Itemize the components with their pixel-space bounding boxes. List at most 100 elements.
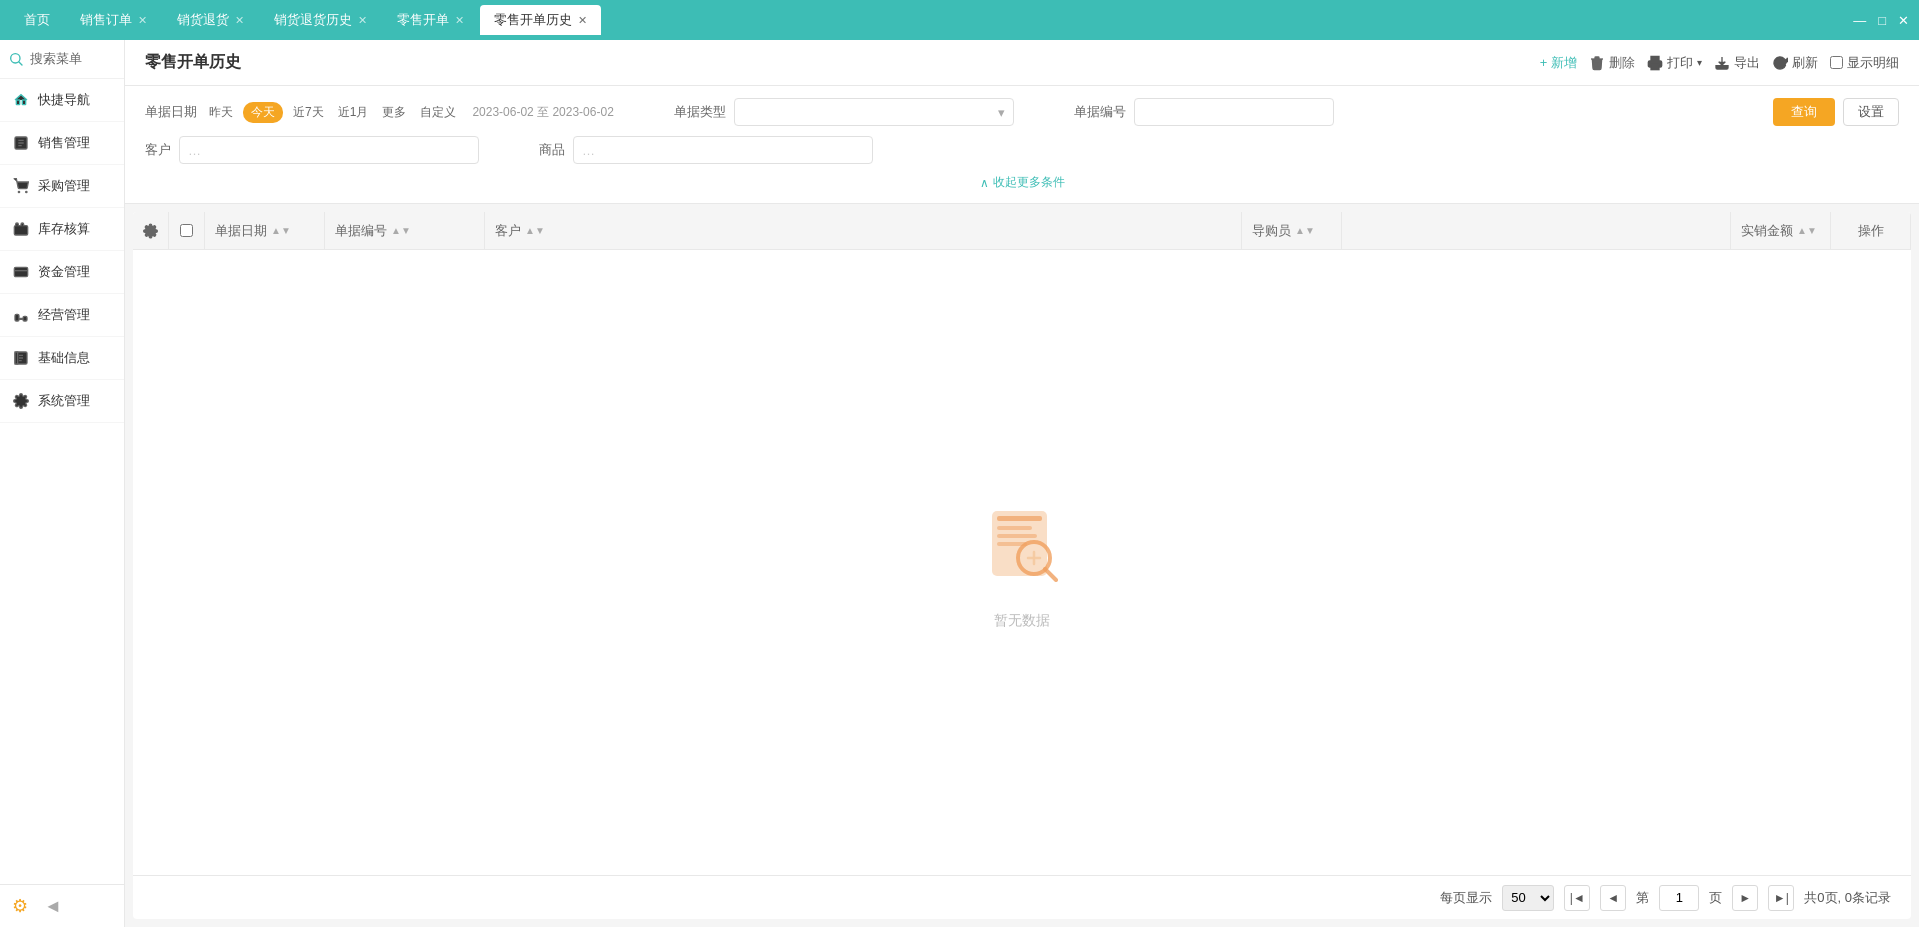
tab-label: 零售开单 [397,11,449,29]
sidebar-item-finance[interactable]: 资金管理 [0,251,124,294]
prev-page-btn[interactable]: ◄ [1600,885,1626,911]
first-page-btn[interactable]: |◄ [1564,885,1590,911]
svg-line-21 [1045,569,1056,580]
date-today[interactable]: 今天 [243,102,283,123]
tab-bar: 首页 销售订单 ✕ 销货退货 ✕ 销货退货历史 ✕ 零售开单 ✕ 零售开单历史 … [10,5,1853,35]
delete-label: 删除 [1609,54,1635,72]
sidebar-item-label: 销售管理 [38,134,90,152]
sort-icon: ▲▼ [271,226,291,236]
date-range-display: 2023-06-02 至 2023-06-02 [472,104,613,121]
sidebar-item-management[interactable]: 经营管理 [0,294,124,337]
setting-button[interactable]: 设置 [1843,98,1899,126]
close-icon[interactable]: ✕ [235,14,244,27]
svg-rect-8 [14,267,27,276]
tab-sales-order[interactable]: 销售订单 ✕ [66,5,161,35]
query-button[interactable]: 查询 [1773,98,1835,126]
last-page-btn[interactable]: ►| [1768,885,1794,911]
bill-no-input[interactable] [1134,98,1334,126]
close-icon[interactable]: ✕ [358,14,367,27]
info-icon [12,349,30,367]
collapse-icon[interactable]: ◄ [44,896,62,917]
date-yesterday[interactable]: 昨天 [205,102,237,123]
select-all-checkbox[interactable] [180,224,193,237]
customer-label: 客户 [145,141,171,159]
close-icon[interactable]: ✕ [138,14,147,27]
refresh-label: 刷新 [1792,54,1818,72]
date-7days[interactable]: 近7天 [289,102,328,123]
sidebar-item-label: 快捷导航 [38,91,90,109]
goods-input[interactable]: … [573,136,873,164]
bill-type-select[interactable]: ▾ [734,98,1014,126]
svg-point-5 [18,191,19,192]
th-customer-label: 客户 [495,222,521,240]
add-button[interactable]: + 新增 [1540,54,1577,72]
system-icon [12,392,30,410]
close-btn[interactable]: ✕ [1898,13,1909,28]
chevron-up-icon: ∧ [980,176,989,190]
date-1month[interactable]: 近1月 [334,102,373,123]
th-date[interactable]: 单据日期 ▲▼ [205,212,325,249]
customer-placeholder: … [188,143,201,158]
per-page-select[interactable]: 50 100 [1502,885,1554,911]
tab-home[interactable]: 首页 [10,5,64,35]
close-icon[interactable]: ✕ [455,14,464,27]
date-more[interactable]: 更多 [378,102,410,123]
sidebar-item-info[interactable]: 基础信息 [0,337,124,380]
th-guide[interactable]: 导购员 ▲▼ [1242,212,1342,249]
tab-sales-return-history[interactable]: 销货退货历史 ✕ [260,5,381,35]
bill-type-label: 单据类型 [674,103,726,121]
th-amount[interactable]: 实销金额 ▲▼ [1731,212,1831,249]
page-title: 零售开单历史 [145,52,241,73]
main-layout: 搜索菜单 快捷导航 销售管理 采购管理 库存核算 [0,40,1919,927]
show-detail-label: 显示明细 [1847,54,1899,72]
th-checkbox[interactable] [169,212,205,249]
inventory-icon [12,220,30,238]
sidebar-item-quicknav[interactable]: 快捷导航 [0,79,124,122]
maximize-btn[interactable]: □ [1878,13,1886,28]
date-shortcuts: 昨天 今天 近7天 近1月 更多 自定义 [205,102,460,123]
export-button[interactable]: 导出 [1714,54,1760,72]
show-detail-checkbox[interactable]: 显示明细 [1830,54,1899,72]
date-custom[interactable]: 自定义 [416,102,460,123]
tab-retail-history[interactable]: 零售开单历史 ✕ [480,5,601,35]
customer-filter: 客户 … [145,136,479,164]
sales-icon [12,134,30,152]
th-customer[interactable]: 客户 ▲▼ [485,212,1242,249]
svg-rect-12 [1651,64,1659,69]
export-label: 导出 [1734,54,1760,72]
delete-button[interactable]: 删除 [1589,54,1635,72]
show-detail-input[interactable] [1830,56,1843,69]
refresh-button[interactable]: 刷新 [1772,54,1818,72]
th-guide-label: 导购员 [1252,222,1291,240]
sidebar-item-sales[interactable]: 销售管理 [0,122,124,165]
print-dropdown-icon[interactable]: ▾ [1697,57,1702,68]
svg-point-6 [26,191,27,192]
next-page-btn[interactable]: ► [1732,885,1758,911]
tab-retail-order[interactable]: 零售开单 ✕ [383,5,478,35]
empty-state: 暂无数据 [133,250,1911,875]
page-unit: 页 [1709,889,1722,907]
close-icon[interactable]: ✕ [578,14,587,27]
sidebar-item-system[interactable]: 系统管理 [0,380,124,423]
th-settings[interactable] [133,212,169,249]
empty-text: 暂无数据 [994,612,1050,630]
sidebar-item-inventory[interactable]: 库存核算 [0,208,124,251]
sidebar-search[interactable]: 搜索菜单 [0,40,124,79]
print-button[interactable]: 打印 ▾ [1647,54,1702,72]
th-billno[interactable]: 单据编号 ▲▼ [325,212,485,249]
tab-sales-return[interactable]: 销货退货 ✕ [163,5,258,35]
svg-rect-3 [22,100,25,105]
sidebar-item-label: 系统管理 [38,392,90,410]
customer-input[interactable]: … [179,136,479,164]
window-controls: — □ ✕ [1853,13,1909,28]
minimize-btn[interactable]: — [1853,13,1866,28]
sidebar-item-purchase[interactable]: 采购管理 [0,165,124,208]
settings-icon[interactable]: ⚙ [12,895,28,917]
bill-no-filter: 单据编号 [1074,98,1334,126]
page-input[interactable] [1659,885,1699,911]
svg-rect-10 [15,352,18,364]
svg-rect-2 [16,100,19,105]
collapse-bar[interactable]: ∧ 收起更多条件 [145,174,1899,191]
sidebar-item-label: 资金管理 [38,263,90,281]
goods-label: 商品 [539,141,565,159]
